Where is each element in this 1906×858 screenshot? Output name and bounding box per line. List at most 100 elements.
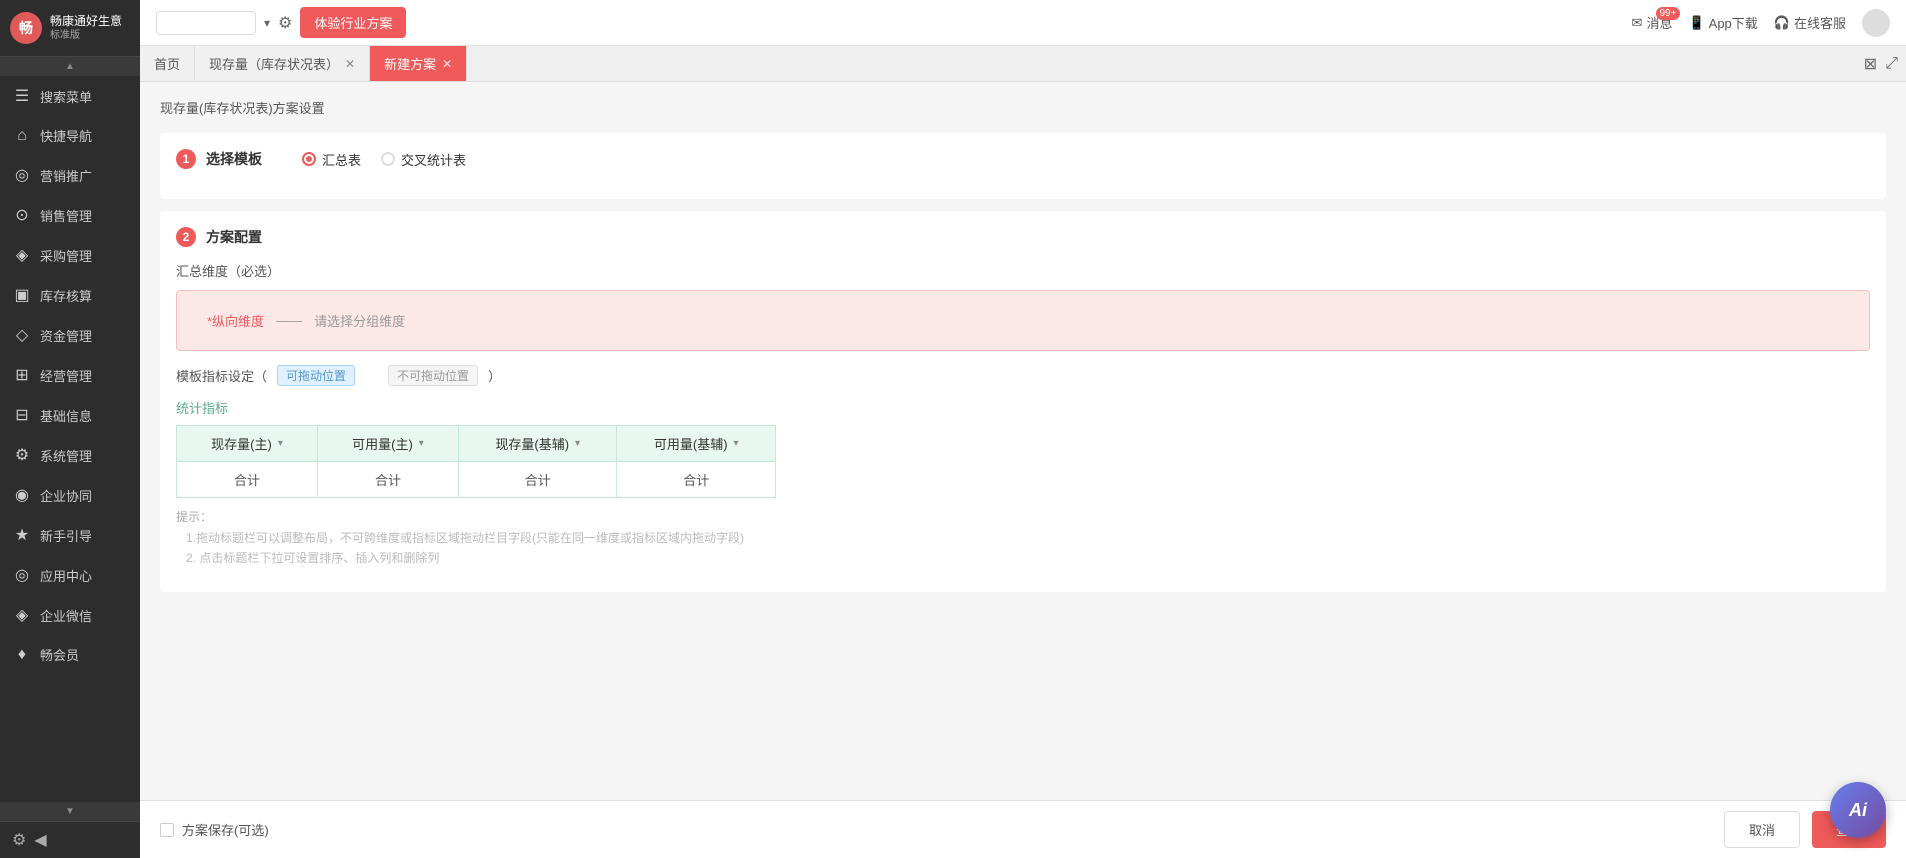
tips-title: 提示： (176, 508, 1870, 525)
sidebar-item-销售管理[interactable]: ⊙销售管理 (0, 195, 140, 235)
topbar-gear-icon[interactable]: ⚙ (278, 13, 292, 33)
header-dropdown-arrow[interactable]: ▾ (419, 438, 424, 449)
sidebar-item-系统管理[interactable]: ⚙ 系统管理 (0, 435, 140, 475)
content-area: 现存量(库存状况表)方案设置 1 选择模板 汇总表交叉统计表 2 方案配置 汇总… (140, 82, 1906, 800)
sidebar-icon: ⊞ (12, 365, 32, 385)
header-dropdown-arrow[interactable]: ▾ (278, 438, 283, 449)
settings-icon[interactable]: ⚙ (12, 830, 26, 850)
sidebar-item-营销推广[interactable]: ◎ 营销推广 (0, 155, 140, 195)
sidebar-item-label: 资金管理 (40, 326, 92, 345)
tab-close-icon[interactable]: ✕ (442, 57, 452, 71)
sidebar-item-快捷导航[interactable]: ⌂ 快捷导航 (0, 116, 140, 155)
step1-badge: 1 (176, 149, 196, 169)
tips-item: 2. 点击标题栏下拉可设置排序、插入列和删除列 (176, 549, 1870, 566)
radio-option-交叉统计表[interactable]: 交叉统计表 (381, 150, 466, 169)
message-button[interactable]: ✉ 消息 99+ (1632, 13, 1673, 32)
ai-float-button[interactable]: Ai (1830, 782, 1886, 838)
table-header-可用量(基辅)[interactable]: 可用量(基辅) ▾ (617, 426, 776, 462)
tab-label: 现存量（库存状况表） (209, 54, 339, 73)
headset-icon: 🎧 (1774, 15, 1790, 31)
dimension-box[interactable]: *纵向维度 —— 请选择分组维度 (176, 290, 1870, 351)
tab-close-icon[interactable]: ✕ (345, 57, 355, 71)
header-label: 可用量(主) (352, 434, 413, 453)
sidebar-item-label: 应用中心 (40, 566, 92, 585)
radio-option-汇总表[interactable]: 汇总表 (302, 150, 361, 169)
topbar-left: ▾ ⚙ 体验行业方案 (156, 7, 1620, 38)
sidebar-item-畅会员[interactable]: ♦畅会员 (0, 635, 140, 674)
sidebar-item-label: 营销推广 (40, 166, 92, 185)
tab-首页[interactable]: 首页 (140, 46, 195, 81)
tab-现存量（库存状况表）[interactable]: 现存量（库存状况表） ✕ (195, 46, 370, 81)
sidebar-item-资金管理[interactable]: ◇ 资金管理 (0, 315, 140, 355)
tabbar: 首页现存量（库存状况表）✕新建方案✕⊠⤢ (140, 46, 1906, 82)
dimension-placeholder: 请选择分组维度 (314, 311, 405, 330)
sidebar-item-经营管理[interactable]: ⊞经营管理 (0, 355, 140, 395)
indicators-separator (365, 366, 378, 385)
sidebar-item-库存核算[interactable]: ▣库存核算 (0, 275, 140, 315)
sidebar-item-label: 销售管理 (40, 206, 92, 225)
sidebar-icon: ⌂ (12, 127, 32, 145)
sidebar-item-搜索菜单[interactable]: ☰搜索菜单 (0, 76, 140, 116)
sidebar-item-label: 基础信息 (40, 406, 92, 425)
sidebar-item-label: 企业协同 (40, 486, 92, 505)
sidebar-item-采购管理[interactable]: ◈ 采购管理 (0, 235, 140, 275)
sidebar-icon: ◈ (12, 605, 32, 625)
sidebar-item-应用中心[interactable]: ◎应用中心 (0, 555, 140, 595)
sidebar-icon: ★ (12, 525, 32, 545)
sidebar-item-基础信息[interactable]: ⊟ 基础信息 (0, 395, 140, 435)
table-header-现存量(基辅)[interactable]: 现存量(基辅)▾ (458, 426, 617, 462)
sidebar-scroll-up[interactable]: ▲ (0, 57, 140, 76)
save-checkbox[interactable] (160, 823, 174, 837)
app-download-button[interactable]: 📱 App下载 (1688, 13, 1757, 32)
expand-icon[interactable]: ⊠ (1864, 54, 1877, 74)
sidebar-icon: ⚙ (12, 445, 32, 465)
dimension-label: *纵向维度 (207, 311, 264, 330)
header-dropdown-arrow[interactable]: ▾ (734, 438, 739, 449)
fullscreen-icon[interactable]: ⤢ (1885, 55, 1898, 73)
indicators-close-paren: ） (488, 366, 501, 385)
sidebar-nav: ☰搜索菜单 ⌂ 快捷导航 ◎ 营销推广 ⊙销售管理 ◈ 采购管理 ▣库存核算 ◇ 资金管理 ⊞经营管理… (0, 76, 140, 802)
header-label: 可用量(基辅) (654, 434, 728, 453)
collapse-icon[interactable]: ◀ (34, 830, 46, 850)
draggable-badge: 可拖动位置 (277, 365, 355, 386)
sidebar-item-企业微信[interactable]: ◈企业微信 (0, 595, 140, 635)
sidebar-icon: ♦ (12, 646, 32, 664)
step2-badge: 2 (176, 227, 196, 247)
mobile-icon: 📱 (1688, 15, 1704, 31)
table-cell-现存量(主): 合计 (177, 462, 318, 498)
app-logo-icon: 畅 (10, 12, 42, 44)
sidebar-logo: 畅 畅康通好生意 标准版 (0, 0, 140, 57)
sidebar-item-label: 采购管理 (40, 246, 92, 265)
sidebar-icon: ◈ (12, 245, 32, 265)
sidebar-icon: ◎ (12, 165, 32, 185)
sidebar-item-label: 快捷导航 (40, 126, 92, 145)
save-label: 方案保存(可选) (182, 820, 269, 839)
trial-button[interactable]: 体验行业方案 (300, 7, 406, 38)
sidebar-footer: ⚙ ◀ (0, 821, 140, 858)
dropdown-button[interactable]: ▾ (264, 16, 270, 30)
template-section-header: 1 选择模板 汇总表交叉统计表 (176, 149, 1870, 169)
sidebar-icon: ⊟ (12, 405, 32, 425)
tab-expand: ⊠⤢ (1856, 54, 1906, 74)
header-dropdown-arrow[interactable]: ▾ (575, 438, 580, 449)
table-header-现存量(主)[interactable]: 现存量(主)▾ (177, 426, 318, 462)
user-avatar[interactable] (1862, 9, 1890, 37)
stats-table: 现存量(主)▾可用量(主)▾现存量(基辅)▾可用量(基辅)▾合计合计合计合计 (176, 425, 776, 498)
dimension-separator: —— (276, 313, 302, 328)
sidebar-item-新手引导[interactable]: ★新手引导 (0, 515, 140, 555)
tab-新建方案[interactable]: 新建方案✕ (370, 46, 467, 81)
bottom-bar: 方案保存(可选) 取消 查询 (140, 800, 1906, 858)
sidebar-item-企业协同[interactable]: ◉企业协同 (0, 475, 140, 515)
table-header-可用量(主)[interactable]: 可用量(主) ▾ (317, 426, 458, 462)
sidebar-scroll-down[interactable]: ▼ (0, 802, 140, 821)
stats-label: 统计指标 (176, 398, 1870, 417)
page-title: 现存量(库存状况表)方案设置 (160, 98, 1886, 117)
sidebar-icon: ◇ (12, 325, 32, 345)
config-section: 2 方案配置 汇总维度（必选） *纵向维度 —— 请选择分组维度 模板指标设定（… (160, 211, 1886, 592)
config-section-header: 2 方案配置 (176, 227, 1870, 247)
cancel-button[interactable]: 取消 (1724, 811, 1800, 848)
sidebar-item-label: 系统管理 (40, 446, 92, 465)
online-service-button[interactable]: 🎧 在线客服 (1774, 13, 1846, 32)
topbar: ▾ ⚙ 体验行业方案 ✉ 消息 99+ 📱 App下载 🎧 在线客服 (140, 0, 1906, 46)
search-input[interactable] (156, 11, 256, 35)
